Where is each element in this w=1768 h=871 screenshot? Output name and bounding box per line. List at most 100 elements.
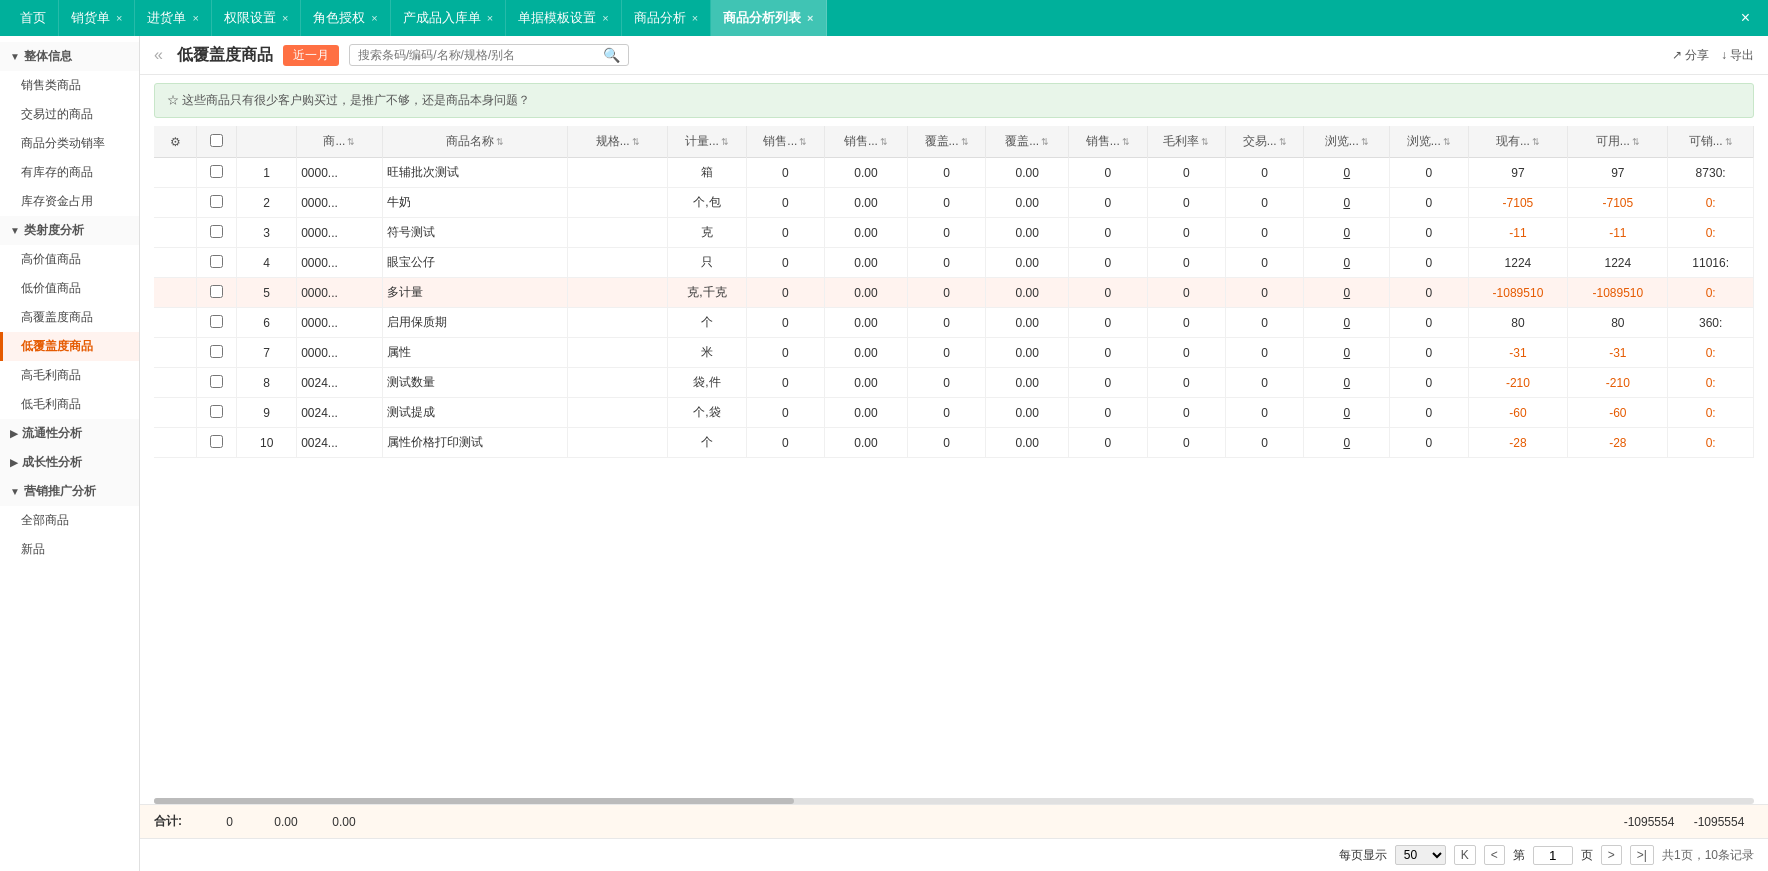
row-checkbox[interactable] (210, 435, 223, 448)
settings-column-header[interactable]: ⚙ (154, 126, 197, 158)
browse1-column-header[interactable]: 浏览...⇅ (1304, 126, 1390, 158)
checkbox-cell[interactable] (197, 338, 237, 368)
row-num-cell: 8 (237, 368, 297, 398)
row-checkbox[interactable] (210, 255, 223, 268)
prev-page-button[interactable]: < (1484, 845, 1505, 865)
gross-margin-column-header[interactable]: 毛利率⇅ (1147, 126, 1225, 158)
close-all-tabs-button[interactable]: × (1731, 9, 1760, 27)
browse1-cell[interactable]: 0 (1304, 248, 1390, 278)
export-button[interactable]: ↓ 导出 (1721, 47, 1754, 64)
nav-permission-settings[interactable]: 权限设置 × (212, 0, 301, 36)
nav-purchase-order[interactable]: 进货单 × (135, 0, 211, 36)
sidebar-item-stocked-goods[interactable]: 有库存的商品 (0, 158, 139, 187)
close-icon[interactable]: × (487, 12, 493, 24)
nav-home[interactable]: 首页 (8, 0, 59, 36)
browse1-cell[interactable]: 0 (1304, 278, 1390, 308)
browse2-column-header[interactable]: 浏览...⇅ (1390, 126, 1468, 158)
nav-template-settings[interactable]: 单据模板设置 × (506, 0, 621, 36)
browse1-cell[interactable]: 0 (1304, 158, 1390, 188)
browse1-cell[interactable]: 0 (1304, 398, 1390, 428)
sidebar-item-low-margin[interactable]: 低毛利商品 (0, 390, 139, 419)
row-checkbox[interactable] (210, 195, 223, 208)
cov1-cell: 0 (907, 368, 985, 398)
sidebar-item-low-coverage[interactable]: 低覆盖度商品 (0, 332, 139, 361)
sidebar-item-low-value[interactable]: 低价值商品 (0, 274, 139, 303)
page-number-input[interactable] (1533, 846, 1573, 865)
sidebar-item-high-coverage[interactable]: 高覆盖度商品 (0, 303, 139, 332)
sales-count-column-header[interactable]: 销售...⇅ (746, 126, 824, 158)
row-checkbox[interactable] (210, 345, 223, 358)
main-layout: ▼ 整体信息 销售类商品 交易过的商品 商品分类动销率 有库存的商品 库存资金占… (0, 36, 1768, 871)
coverage1-column-header[interactable]: 覆盖...⇅ (907, 126, 985, 158)
row-checkbox[interactable] (210, 285, 223, 298)
coverage2-column-header[interactable]: 覆盖...⇅ (986, 126, 1069, 158)
share-button[interactable]: ↗ 分享 (1672, 47, 1709, 64)
close-icon[interactable]: × (192, 12, 198, 24)
nav-product-inbound[interactable]: 产成品入库单 × (391, 0, 506, 36)
spec-cell (568, 188, 668, 218)
per-page-select[interactable]: 50 20 100 (1395, 845, 1446, 865)
nav-sales-order[interactable]: 销货单 × (59, 0, 135, 36)
sidebar-section-liquidity[interactable]: ▶ 流通性分析 (0, 419, 139, 448)
sidebar-item-high-margin[interactable]: 高毛利商品 (0, 361, 139, 390)
checkbox-cell[interactable] (197, 278, 237, 308)
browse1-cell[interactable]: 0 (1304, 368, 1390, 398)
checkbox-cell[interactable] (197, 428, 237, 458)
checkbox-cell[interactable] (197, 368, 237, 398)
next-page-button[interactable]: > (1601, 845, 1622, 865)
row-checkbox[interactable] (210, 315, 223, 328)
sidebar-section-coverage-analysis[interactable]: ▼ 类射度分析 (0, 216, 139, 245)
unit-column-header[interactable]: 计量...⇅ (668, 126, 746, 158)
sales-amount-cell: 0.00 (825, 398, 908, 428)
nav-product-analysis[interactable]: 商品分析 × (622, 0, 711, 36)
transaction-column-header[interactable]: 交易...⇅ (1225, 126, 1303, 158)
checkbox-cell[interactable] (197, 158, 237, 188)
close-icon[interactable]: × (282, 12, 288, 24)
browse1-cell[interactable]: 0 (1304, 218, 1390, 248)
close-icon[interactable]: × (371, 12, 377, 24)
browse1-cell[interactable]: 0 (1304, 428, 1390, 458)
checkbox-cell[interactable] (197, 398, 237, 428)
spec-column-header[interactable]: 规格...⇅ (568, 126, 668, 158)
checkbox-cell[interactable] (197, 188, 237, 218)
checkbox-cell[interactable] (197, 218, 237, 248)
sidebar-item-category-turnover[interactable]: 商品分类动销率 (0, 129, 139, 158)
nav-product-analysis-list[interactable]: 商品分析列表 × (711, 0, 826, 36)
name-column-header[interactable]: 商品名称⇅ (382, 126, 567, 158)
checkbox-cell[interactable] (197, 308, 237, 338)
sidebar-item-stock-capital[interactable]: 库存资金占用 (0, 187, 139, 216)
available-column-header[interactable]: 可用...⇅ (1568, 126, 1668, 158)
select-all-checkbox[interactable] (210, 134, 223, 147)
code-column-header[interactable]: 商...⇅ (297, 126, 383, 158)
sales3-column-header[interactable]: 销售...⇅ (1069, 126, 1147, 158)
close-icon[interactable]: × (602, 12, 608, 24)
browse1-cell[interactable]: 0 (1304, 188, 1390, 218)
sellable-column-header[interactable]: 可销...⇅ (1668, 126, 1754, 158)
browse1-cell[interactable]: 0 (1304, 308, 1390, 338)
time-filter-button[interactable]: 近一月 (283, 45, 339, 66)
close-icon[interactable]: × (807, 12, 813, 24)
sidebar-section-overall-info[interactable]: ▼ 整体信息 (0, 42, 139, 71)
search-input[interactable] (358, 48, 599, 62)
sidebar-item-all-goods[interactable]: 全部商品 (0, 506, 139, 535)
row-checkbox[interactable] (210, 165, 223, 178)
row-checkbox[interactable] (210, 405, 223, 418)
sidebar-item-traded-goods[interactable]: 交易过的商品 (0, 100, 139, 129)
row-checkbox[interactable] (210, 225, 223, 238)
sidebar-collapse-button[interactable]: « (154, 46, 163, 64)
sidebar-section-growth[interactable]: ▶ 成长性分析 (0, 448, 139, 477)
last-page-button[interactable]: >| (1630, 845, 1654, 865)
browse1-cell[interactable]: 0 (1304, 338, 1390, 368)
close-icon[interactable]: × (116, 12, 122, 24)
sidebar-item-new-goods[interactable]: 新品 (0, 535, 139, 564)
sidebar-section-marketing[interactable]: ▼ 营销推广分析 (0, 477, 139, 506)
close-icon[interactable]: × (692, 12, 698, 24)
first-page-button[interactable]: K (1454, 845, 1476, 865)
nav-role-auth[interactable]: 角色授权 × (301, 0, 390, 36)
row-checkbox[interactable] (210, 375, 223, 388)
sidebar-item-sales-goods[interactable]: 销售类商品 (0, 71, 139, 100)
current-stock-column-header[interactable]: 现有...⇅ (1468, 126, 1568, 158)
sales-amount-column-header[interactable]: 销售...⇅ (825, 126, 908, 158)
checkbox-cell[interactable] (197, 248, 237, 278)
sidebar-item-high-value[interactable]: 高价值商品 (0, 245, 139, 274)
